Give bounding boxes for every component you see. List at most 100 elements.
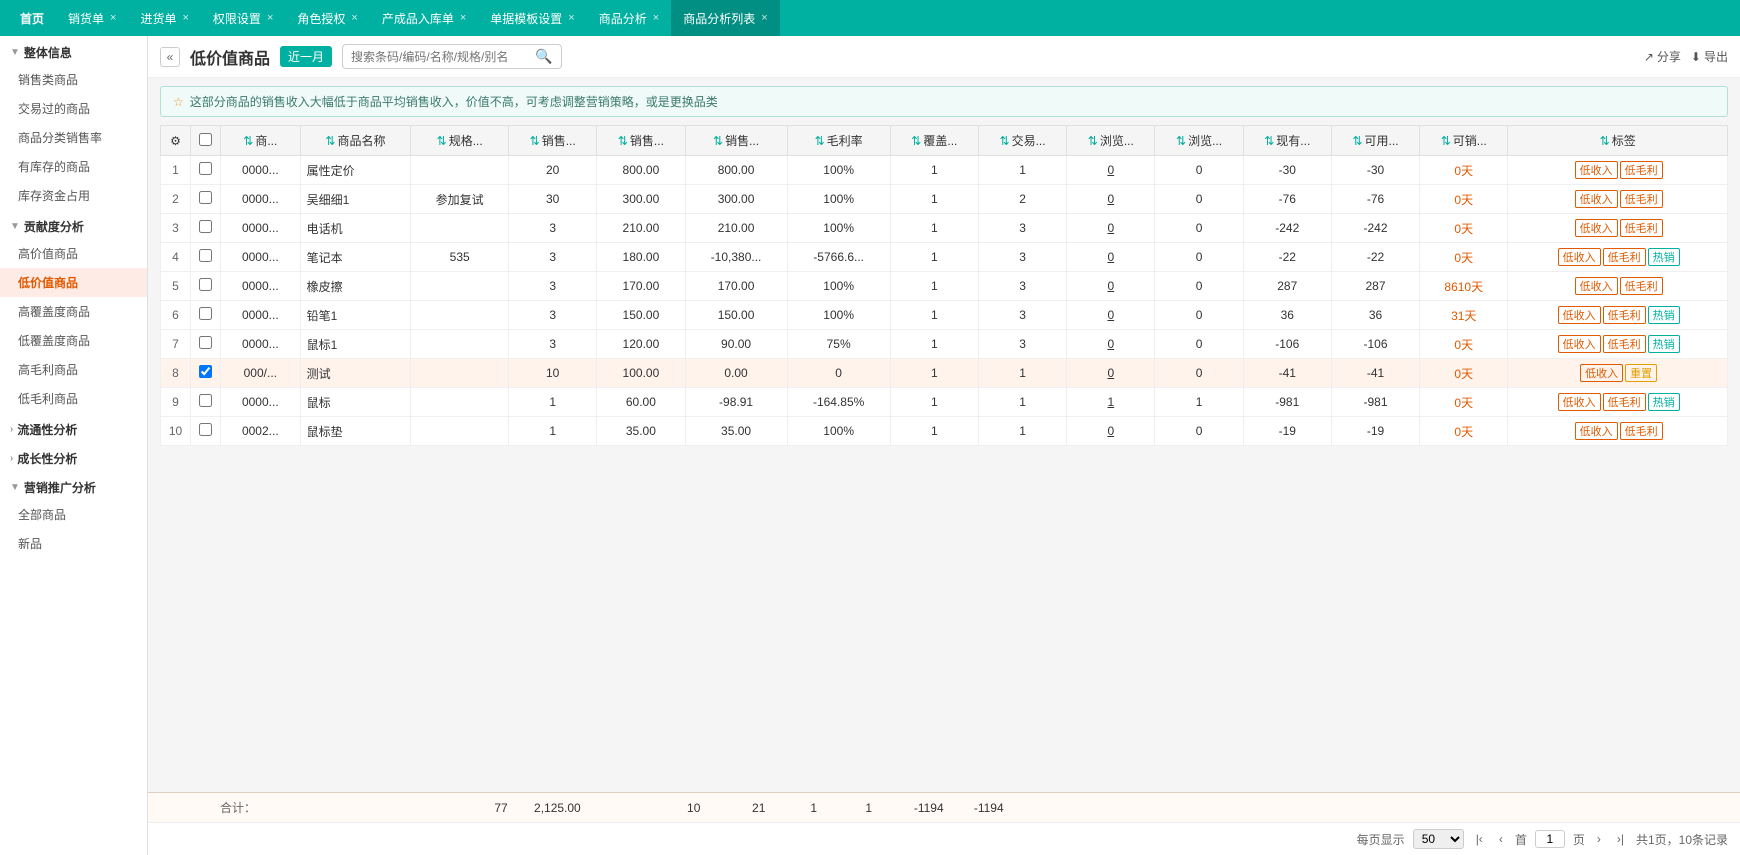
row-col7[interactable]: 0 [1067,214,1155,243]
row-col7[interactable]: 1 [1067,388,1155,417]
row-checkbox-cell[interactable] [191,243,221,272]
sidebar-item-stock-goods[interactable]: 有库存的商品 [0,152,147,181]
first-page-btn[interactable]: |‹ [1472,830,1487,848]
page-input[interactable] [1535,830,1565,848]
sidebar-item-high-value[interactable]: 高价值商品 [0,239,147,268]
row-checkbox[interactable] [199,162,212,175]
row-col7[interactable]: 0 [1067,243,1155,272]
th-code[interactable]: ⇅商... [221,126,301,156]
select-all-checkbox[interactable] [199,133,212,146]
close-icon[interactable]: × [568,12,574,24]
collapse-button[interactable]: « [160,47,180,67]
prev-page-btn[interactable]: ‹ [1495,830,1507,848]
row-checkbox-cell[interactable] [191,156,221,185]
row-checkbox[interactable] [199,249,212,262]
tag: 低收入 [1558,248,1601,266]
row-checkbox[interactable] [199,365,212,378]
close-icon[interactable]: × [460,12,466,24]
row-checkbox[interactable] [199,307,212,320]
row-col2: 60.00 [597,388,685,417]
sidebar-group-title-circulation[interactable]: › 流通性分析 [0,413,147,442]
th-checkbox[interactable] [191,126,221,156]
th-current-stock[interactable]: ⇅现有... [1243,126,1331,156]
th-sales2[interactable]: ⇅销售... [597,126,685,156]
close-icon[interactable]: × [182,12,188,24]
row-checkbox-cell[interactable] [191,330,221,359]
close-icon[interactable]: × [761,12,767,24]
row-col7[interactable]: 0 [1067,359,1155,388]
close-icon[interactable]: × [110,12,116,24]
row-col7[interactable]: 0 [1067,185,1155,214]
row-checkbox-cell[interactable] [191,185,221,214]
page-size-select[interactable]: 50 100 200 [1413,829,1464,849]
period-button[interactable]: 近一月 [280,46,332,67]
sidebar-item-stock-funds[interactable]: 库存资金占用 [0,181,147,210]
sidebar-item-sales-goods[interactable]: 销售类商品 [0,65,147,94]
row-col7[interactable]: 0 [1067,301,1155,330]
last-page-btn[interactable]: ›| [1613,830,1628,848]
close-icon[interactable]: × [351,12,357,24]
row-checkbox[interactable] [199,278,212,291]
sidebar-group-title-contribution[interactable]: ▼ 贡献度分析 [0,210,147,239]
th-sales1[interactable]: ⇅销售... [509,126,597,156]
row-col7[interactable]: 0 [1067,417,1155,446]
row-checkbox-cell[interactable] [191,417,221,446]
th-trades[interactable]: ⇅交易... [978,126,1066,156]
th-sellable-stock[interactable]: ⇅可销... [1420,126,1508,156]
sidebar-group-title-marketing[interactable]: ▼ 营销推广分析 [0,471,147,500]
nav-permissions[interactable]: 权限设置 × [201,0,285,36]
th-views1[interactable]: ⇅浏览... [1067,126,1155,156]
sidebar-group-title-growth[interactable]: › 成长性分析 [0,442,147,471]
th-name[interactable]: ⇅商品名称 [300,126,411,156]
nav-template-settings[interactable]: 单据模板设置 × [478,0,586,36]
th-profit-rate[interactable]: ⇅毛利率 [787,126,890,156]
nav-product-analysis[interactable]: 商品分析 × [587,0,671,36]
row-checkbox-cell[interactable] [191,214,221,243]
sidebar-group-title-overall[interactable]: ▼ 整体信息 [0,36,147,65]
th-available-stock[interactable]: ⇅可用... [1331,126,1419,156]
sidebar-item-low-value[interactable]: 低价值商品 [0,268,147,297]
nav-role-auth[interactable]: 角色授权 × [285,0,369,36]
sidebar-item-traded-goods[interactable]: 交易过的商品 [0,94,147,123]
page-header: « 低价值商品 近一月 🔍 ↗ 分享 ⬇ 导出 [148,36,1740,78]
close-icon[interactable]: × [267,12,273,24]
row-checkbox[interactable] [199,336,212,349]
row-checkbox[interactable] [199,191,212,204]
th-spec[interactable]: ⇅规格... [411,126,509,156]
nav-sales-order[interactable]: 销货单 × [56,0,128,36]
row-col7[interactable]: 0 [1067,272,1155,301]
row-col7[interactable]: 0 [1067,156,1155,185]
row-spec [411,417,509,446]
row-checkbox-cell[interactable] [191,359,221,388]
next-page-btn[interactable]: › [1593,830,1605,848]
sidebar-item-low-profit[interactable]: 低毛利商品 [0,384,147,413]
nav-product-in[interactable]: 产成品入库单 × [370,0,478,36]
th-settings[interactable]: ⚙ [161,126,191,156]
th-tags[interactable]: ⇅标签 [1508,126,1728,156]
row-checkbox-cell[interactable] [191,272,221,301]
row-checkbox[interactable] [199,220,212,233]
sidebar-item-category-rate[interactable]: 商品分类销售率 [0,123,147,152]
sidebar-item-low-coverage[interactable]: 低覆盖度商品 [0,326,147,355]
table-container[interactable]: ⚙ ⇅商... ⇅商品名称 ⇅规格... ⇅销售... ⇅销售... ⇅销售..… [160,125,1728,792]
row-checkbox[interactable] [199,394,212,407]
row-checkbox-cell[interactable] [191,301,221,330]
row-checkbox-cell[interactable] [191,388,221,417]
th-sales3[interactable]: ⇅销售... [685,126,787,156]
search-icon[interactable]: 🔍 [535,48,552,65]
sidebar-item-high-coverage[interactable]: 高覆盖度商品 [0,297,147,326]
row-col7[interactable]: 0 [1067,330,1155,359]
th-coverage[interactable]: ⇅覆盖... [890,126,978,156]
sidebar-item-all-goods[interactable]: 全部商品 [0,500,147,529]
close-icon[interactable]: × [653,12,659,24]
th-views2[interactable]: ⇅浏览... [1155,126,1243,156]
share-button[interactable]: ↗ 分享 [1644,48,1681,65]
search-input[interactable] [351,50,531,64]
nav-product-analysis-list[interactable]: 商品分析列表 × [671,0,779,36]
export-button[interactable]: ⬇ 导出 [1691,48,1728,65]
nav-home[interactable]: 首页 [8,0,56,36]
sidebar-item-new-goods[interactable]: 新品 [0,529,147,558]
sidebar-item-high-profit[interactable]: 高毛利商品 [0,355,147,384]
nav-purchase-order[interactable]: 进货单 × [128,0,200,36]
row-checkbox[interactable] [199,423,212,436]
